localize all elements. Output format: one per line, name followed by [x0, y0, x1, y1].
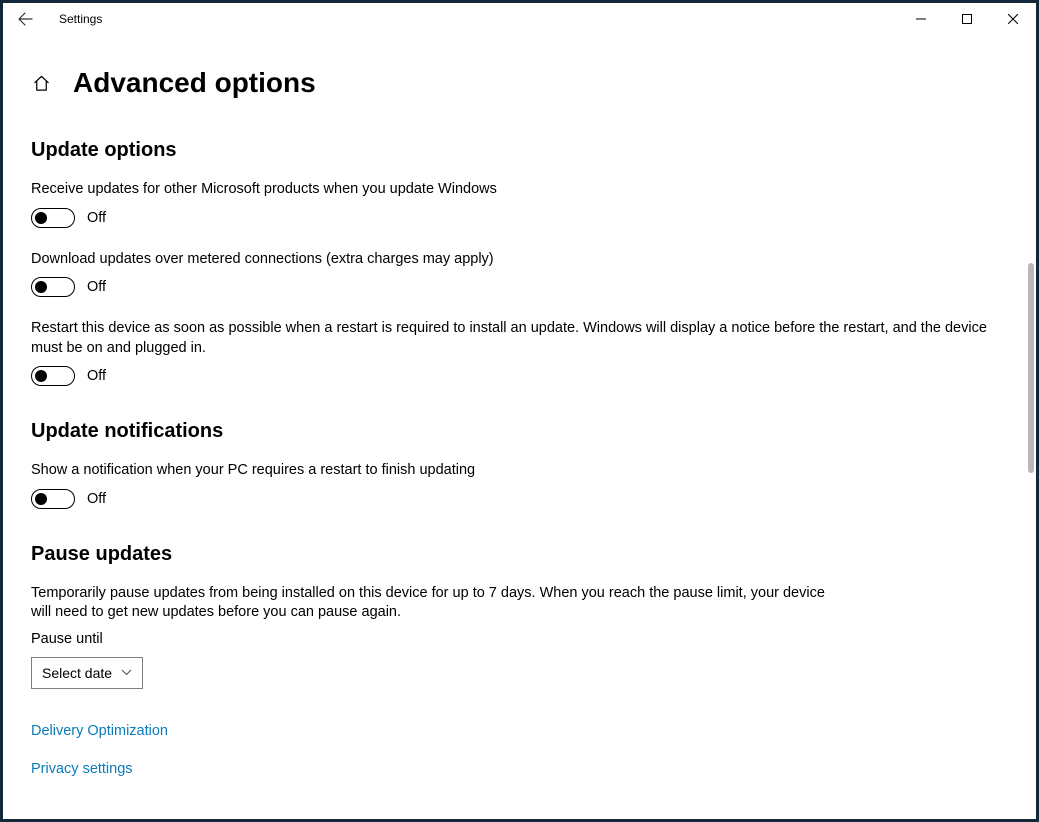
window-title: Settings — [59, 12, 102, 26]
notify-state: Off — [87, 491, 106, 507]
scrollbar-thumb[interactable] — [1028, 263, 1034, 473]
home-icon — [32, 74, 51, 93]
section-update-notifications: Update notifications Show a notification… — [31, 420, 1008, 509]
delivery-optimization-link[interactable]: Delivery Optimization — [31, 723, 168, 739]
restart-toggle-row: Off — [31, 366, 1008, 386]
section-title-pause-updates: Pause updates — [31, 543, 1008, 566]
section-pause-updates: Pause updates Temporarily pause updates … — [31, 543, 1008, 689]
maximize-icon — [962, 14, 972, 24]
minimize-icon — [916, 14, 926, 24]
home-button[interactable] — [31, 73, 51, 93]
privacy-settings-link[interactable]: Privacy settings — [31, 761, 133, 777]
receive-updates-desc: Receive updates for other Microsoft prod… — [31, 180, 1008, 200]
settings-window: Settings — [0, 0, 1039, 822]
pause-desc: Temporarily pause updates from being ins… — [31, 584, 831, 623]
chevron-down-icon — [121, 669, 132, 676]
pause-until-value: Select date — [42, 665, 112, 681]
receive-updates-toggle[interactable] — [31, 208, 75, 228]
section-title-update-notifications: Update notifications — [31, 420, 1008, 443]
pause-until-label: Pause until — [31, 631, 1008, 647]
maximize-button[interactable] — [944, 3, 990, 35]
back-button[interactable] — [15, 9, 35, 29]
receive-updates-state: Off — [87, 210, 106, 226]
pause-until-select[interactable]: Select date — [31, 657, 143, 689]
content-area: Advanced options Update options Receive … — [3, 35, 1036, 777]
restart-desc: Restart this device as soon as possible … — [31, 319, 1008, 358]
toggle-knob — [35, 212, 47, 224]
notify-toggle-row: Off — [31, 489, 1008, 509]
minimize-button[interactable] — [898, 3, 944, 35]
page-title: Advanced options — [73, 67, 316, 99]
titlebar: Settings — [3, 3, 1036, 35]
toggle-knob — [35, 370, 47, 382]
metered-state: Off — [87, 279, 106, 295]
section-update-options: Update options Receive updates for other… — [31, 139, 1008, 386]
close-icon — [1008, 14, 1018, 24]
toggle-knob — [35, 281, 47, 293]
section-title-update-options: Update options — [31, 139, 1008, 162]
metered-desc: Download updates over metered connection… — [31, 250, 1008, 270]
metered-toggle-row: Off — [31, 277, 1008, 297]
restart-toggle[interactable] — [31, 366, 75, 386]
notify-desc: Show a notification when your PC require… — [31, 461, 1008, 481]
window-controls — [898, 3, 1036, 35]
arrow-left-icon — [17, 11, 33, 27]
toggle-knob — [35, 493, 47, 505]
receive-updates-toggle-row: Off — [31, 208, 1008, 228]
close-button[interactable] — [990, 3, 1036, 35]
titlebar-left: Settings — [15, 9, 102, 29]
notify-toggle[interactable] — [31, 489, 75, 509]
page-header: Advanced options — [31, 67, 1008, 99]
restart-state: Off — [87, 368, 106, 384]
metered-toggle[interactable] — [31, 277, 75, 297]
